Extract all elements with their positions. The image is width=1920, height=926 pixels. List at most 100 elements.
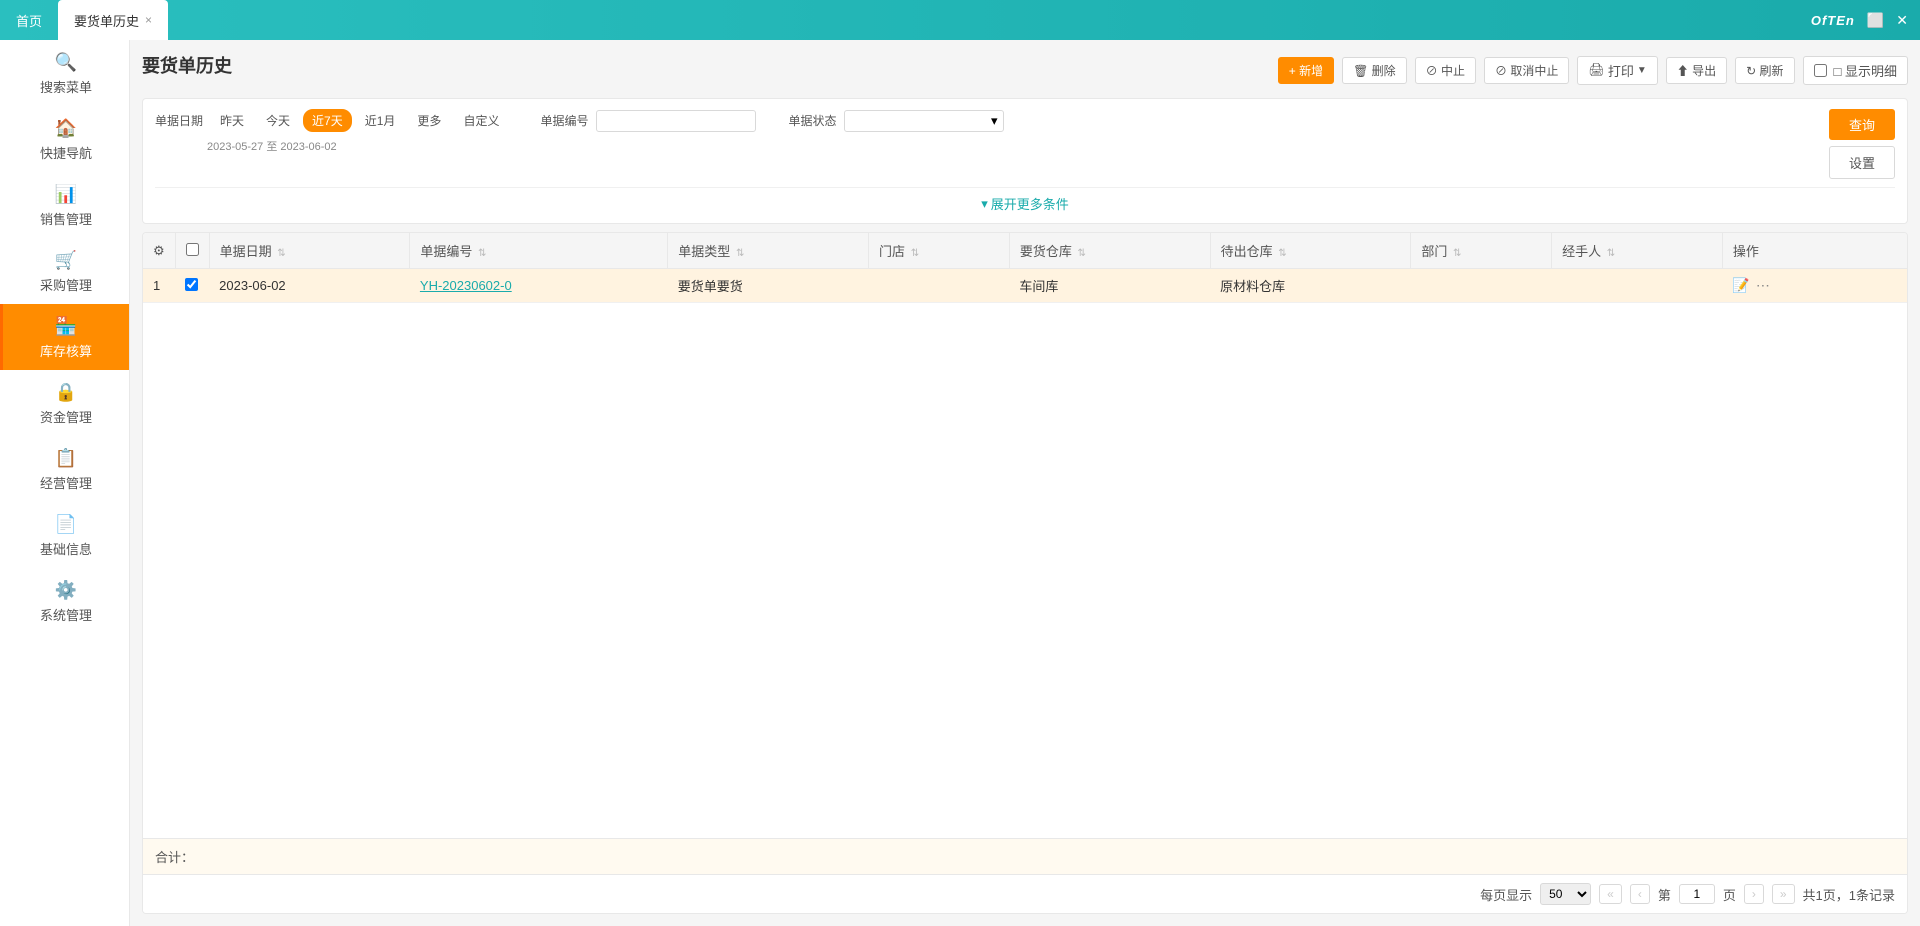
date-btn-last1month[interactable]: 近1月	[356, 109, 405, 132]
print-label: 打印	[1608, 61, 1634, 80]
page-input[interactable]	[1679, 884, 1715, 904]
date-btn-last7days[interactable]: 近7天	[303, 109, 352, 132]
sidebar-item-search-menu[interactable]: 🔍 搜索菜单	[0, 40, 129, 106]
toolbar: + 新增 🗑 删除 ⊘ 中止 ⊘ 取消中止 🖨 打印 ▼ ⬆ 导出 ↻ 刷新 □…	[1278, 56, 1908, 85]
query-button[interactable]: 查询	[1829, 109, 1895, 140]
table-empty-space	[143, 303, 1907, 838]
date-range-display: 2023-05-27 至 2023-06-02	[207, 138, 337, 154]
date-btn-custom[interactable]: 自定义	[454, 109, 508, 132]
ops-mgmt-icon: 📋	[55, 448, 77, 469]
col-req-warehouse[interactable]: 要货仓库 ⇅	[1009, 233, 1210, 269]
tab-close-icon[interactable]: ×	[145, 13, 152, 27]
col-department-label: 部门	[1421, 244, 1447, 259]
show-detail-checkbox[interactable]	[1814, 64, 1827, 77]
date-label: 单据日期	[155, 112, 203, 129]
delete-button[interactable]: 🗑 删除	[1342, 57, 1407, 84]
data-table: ⚙ 单据日期 ⇅ 单据编号 ⇅ 单据类型	[143, 233, 1907, 303]
expand-filter-label: 展开更多条件	[991, 194, 1069, 213]
pagination-bar: 每页显示 50 10 20 100 « ‹ 第 页 › » 共1页，1条记录	[143, 874, 1907, 913]
table-row[interactable]: 1 2023-06-02 YH-20230602-0 要货单要货 车间库 原材料…	[143, 269, 1907, 303]
page-size-select[interactable]: 50 10 20 100	[1540, 883, 1591, 905]
row-more-icon[interactable]: ⋯	[1756, 277, 1770, 294]
col-date-sort-icon: ⇅	[277, 248, 285, 259]
col-pending-warehouse-label: 待出仓库	[1221, 244, 1273, 259]
col-store[interactable]: 门店 ⇅	[869, 233, 1010, 269]
sidebar-item-label-search-menu: 搜索菜单	[40, 77, 92, 96]
date-btn-yesterday[interactable]: 昨天	[211, 109, 253, 132]
sidebar-item-sys-mgmt[interactable]: ⚙️ 系统管理	[0, 568, 129, 634]
export-button[interactable]: ⬆ 导出	[1666, 57, 1727, 84]
data-table-wrap: ⚙ 单据日期 ⇅ 单据编号 ⇅ 单据类型	[142, 232, 1908, 914]
inventory-mgmt-icon: 🏪	[55, 316, 77, 337]
page-title: 要货单历史	[142, 52, 232, 78]
page-size-label: 每页显示	[1480, 885, 1532, 904]
row-edit-icon[interactable]: 📝	[1732, 277, 1749, 294]
order-no-input[interactable]	[596, 110, 756, 132]
filter-settings-button[interactable]: 设置	[1829, 146, 1895, 179]
col-date[interactable]: 单据日期 ⇅	[209, 233, 410, 269]
date-btn-today[interactable]: 今天	[257, 109, 299, 132]
date-display-row: 2023-05-27 至 2023-06-02	[155, 136, 1813, 154]
status-select[interactable]: ▾	[844, 110, 1004, 132]
col-department-sort-icon: ⇅	[1453, 248, 1461, 259]
sidebar-item-sales-mgmt[interactable]: 📊 销售管理	[0, 172, 129, 238]
sidebar-item-quick-nav[interactable]: 🏠 快捷导航	[0, 106, 129, 172]
print-dropdown-icon: ▼	[1637, 65, 1647, 76]
tab-home[interactable]: 首页	[0, 0, 58, 40]
last-page-btn[interactable]: »	[1772, 884, 1795, 904]
content-area: 要货单历史 + 新增 🗑 删除 ⊘ 中止 ⊘ 取消中止 🖨 打印 ▼ ⬆ 导出 …	[130, 40, 1920, 926]
filter-bar: 单据日期 昨天 今天 近7天 近1月 更多 自定义 单据编号 单据状态	[142, 98, 1908, 224]
brand-label: OfTEn	[1811, 13, 1855, 28]
col-checkbox	[175, 233, 209, 269]
col-store-sort-icon: ⇅	[911, 248, 919, 259]
expand-filter-btn[interactable]: ▾ 展开更多条件	[155, 187, 1895, 213]
window-close-icon[interactable]: ✕	[1896, 12, 1908, 29]
col-pending-warehouse[interactable]: 待出仓库 ⇅	[1210, 233, 1411, 269]
tab-requisition-history[interactable]: 要货单历史 ×	[58, 0, 168, 40]
select-all-checkbox[interactable]	[186, 243, 199, 256]
refresh-button[interactable]: ↻ 刷新	[1735, 57, 1794, 84]
window-resize-icon[interactable]: ⬜	[1867, 12, 1884, 29]
row-order-no-link[interactable]: YH-20230602-0	[420, 278, 512, 293]
date-btn-more[interactable]: 更多	[408, 109, 450, 132]
sidebar-item-basic-info[interactable]: 📄 基础信息	[0, 502, 129, 568]
row-store	[869, 269, 1010, 303]
col-department[interactable]: 部门 ⇅	[1411, 233, 1552, 269]
row-department	[1411, 269, 1552, 303]
col-order-type[interactable]: 单据类型 ⇅	[668, 233, 869, 269]
prev-page-btn[interactable]: ‹	[1630, 884, 1650, 904]
sidebar: 🔍 搜索菜单 🏠 快捷导航 📊 销售管理 🛒 采购管理 🏪 库存核算 🔒 资金管…	[0, 40, 130, 926]
new-button[interactable]: + 新增	[1278, 57, 1334, 84]
summary-label: 合计：	[155, 847, 194, 866]
col-handler[interactable]: 经手人 ⇅	[1552, 233, 1723, 269]
row-checkbox[interactable]	[185, 278, 198, 291]
top-nav-right: OfTEn ⬜ ✕	[1811, 12, 1920, 29]
sidebar-item-ops-mgmt[interactable]: 📋 经营管理	[0, 436, 129, 502]
next-page-btn[interactable]: ›	[1744, 884, 1764, 904]
sidebar-item-purchase-mgmt[interactable]: 🛒 采购管理	[0, 238, 129, 304]
cancel-stop-button[interactable]: ⊘ 取消中止	[1484, 57, 1569, 84]
row-date: 2023-06-02	[209, 269, 410, 303]
stop-button[interactable]: ⊘ 中止	[1415, 57, 1476, 84]
print-button[interactable]: 🖨 打印 ▼	[1577, 56, 1657, 85]
purchase-mgmt-icon: 🛒	[55, 250, 77, 271]
quick-nav-icon: 🏠	[55, 118, 77, 139]
sidebar-item-label-basic-info: 基础信息	[40, 539, 92, 558]
sidebar-item-finance-mgmt[interactable]: 🔒 资金管理	[0, 370, 129, 436]
col-req-warehouse-sort-icon: ⇅	[1077, 248, 1085, 259]
sidebar-item-label-finance-mgmt: 资金管理	[40, 407, 92, 426]
row-ops-buttons: 📝 ⋯	[1732, 277, 1897, 294]
row-order-no[interactable]: YH-20230602-0	[410, 269, 668, 303]
sidebar-item-inventory-mgmt[interactable]: 🏪 库存核算	[0, 304, 129, 370]
col-handler-label: 经手人	[1562, 244, 1601, 259]
col-settings[interactable]: ⚙	[143, 233, 175, 269]
sidebar-item-label-purchase-mgmt: 采购管理	[40, 275, 92, 294]
page-label-after: 页	[1723, 885, 1736, 904]
col-order-no[interactable]: 单据编号 ⇅	[410, 233, 668, 269]
status-dropdown-icon: ▾	[991, 113, 998, 129]
nav-tabs: 首页 要货单历史 ×	[0, 0, 168, 40]
sidebar-item-label-sales-mgmt: 销售管理	[40, 209, 92, 228]
show-detail-toggle[interactable]: □ 显示明细	[1803, 56, 1908, 85]
first-page-btn[interactable]: «	[1599, 884, 1622, 904]
row-checkbox-cell	[175, 269, 209, 303]
